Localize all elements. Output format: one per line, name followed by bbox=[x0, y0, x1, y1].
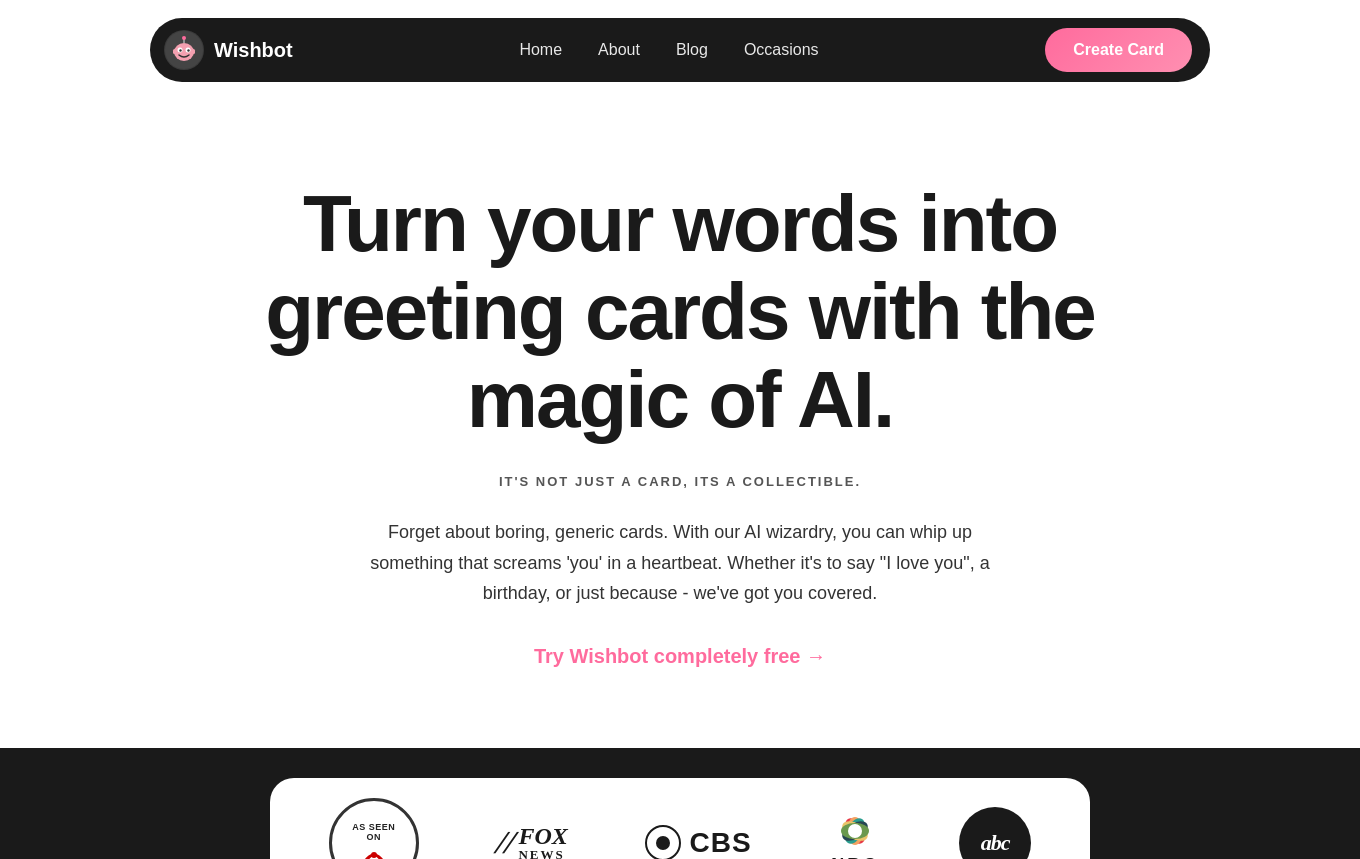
svg-point-7 bbox=[182, 36, 186, 40]
as-seen-on-badge: AS SEEN ON bbox=[329, 798, 419, 859]
fox-sub: NEWS bbox=[518, 848, 567, 859]
nav-item-blog[interactable]: Blog bbox=[676, 41, 708, 59]
nav-link-occasions[interactable]: Occasions bbox=[744, 41, 819, 58]
fox-news-logo: // FOX NEWS bbox=[497, 824, 568, 859]
cbs-eye-pupil bbox=[656, 836, 670, 850]
nav-logo bbox=[164, 30, 204, 70]
svg-point-1 bbox=[174, 43, 194, 61]
cbs-logo-container: CBS bbox=[645, 825, 751, 859]
nav-link-home[interactable]: Home bbox=[519, 41, 562, 58]
nbc-text: NBC bbox=[831, 855, 879, 859]
nav-link-about[interactable]: About bbox=[598, 41, 640, 58]
hero-description: Forget about boring, generic cards. With… bbox=[360, 517, 1000, 609]
abc-logo: abc bbox=[959, 807, 1031, 859]
nav-links: Home About Blog Occasions bbox=[519, 41, 818, 59]
nav-link-blog[interactable]: Blog bbox=[676, 41, 708, 58]
fox-logo-container: // FOX NEWS bbox=[497, 824, 568, 859]
fox-name: FOX bbox=[518, 824, 567, 848]
press-logos-container: AS SEEN ON // FOX NEWS bbox=[270, 778, 1090, 859]
svg-rect-8 bbox=[173, 49, 176, 54]
brand-name: Wishbot bbox=[214, 39, 293, 62]
wishbot-icon bbox=[165, 31, 203, 69]
nav-item-home[interactable]: Home bbox=[519, 41, 562, 59]
as-seen-on-line2: ON bbox=[367, 833, 382, 843]
svg-point-5 bbox=[187, 49, 189, 51]
svg-rect-9 bbox=[192, 49, 195, 54]
fox-slash: // bbox=[493, 824, 517, 859]
hero-section: Turn your words into greeting cards with… bbox=[230, 100, 1130, 728]
svg-point-4 bbox=[179, 49, 181, 51]
press-section: AS SEEN ON // FOX NEWS bbox=[0, 748, 1360, 859]
svg-point-17 bbox=[848, 824, 862, 838]
nav-brand[interactable]: Wishbot bbox=[164, 30, 293, 70]
cbs-logo: CBS bbox=[645, 825, 751, 859]
navbar: Wishbot Home About Blog Occasions Create… bbox=[150, 18, 1210, 82]
cbs-text: CBS bbox=[689, 827, 751, 859]
cbs-eye-circle bbox=[645, 825, 681, 859]
as-seen-on-circle: AS SEEN ON bbox=[329, 798, 419, 859]
abc-circle: abc bbox=[959, 807, 1031, 859]
fox-text: FOX NEWS bbox=[518, 824, 567, 859]
abc-text: abc bbox=[981, 830, 1010, 856]
create-card-button[interactable]: Create Card bbox=[1045, 28, 1192, 72]
nav-item-occasions[interactable]: Occasions bbox=[744, 41, 819, 59]
hero-subtitle: IT'S NOT JUST A CARD, ITS A COLLECTIBLE. bbox=[250, 474, 1110, 489]
nbc-logo: NBC bbox=[829, 809, 881, 859]
hero-title: Turn your words into greeting cards with… bbox=[250, 180, 1110, 444]
nav-item-about[interactable]: About bbox=[598, 41, 640, 59]
hero-cta-link[interactable]: Try Wishbot completely free → bbox=[534, 645, 826, 668]
radio-icon bbox=[360, 843, 388, 859]
nbc-peacock-icon bbox=[829, 809, 881, 853]
